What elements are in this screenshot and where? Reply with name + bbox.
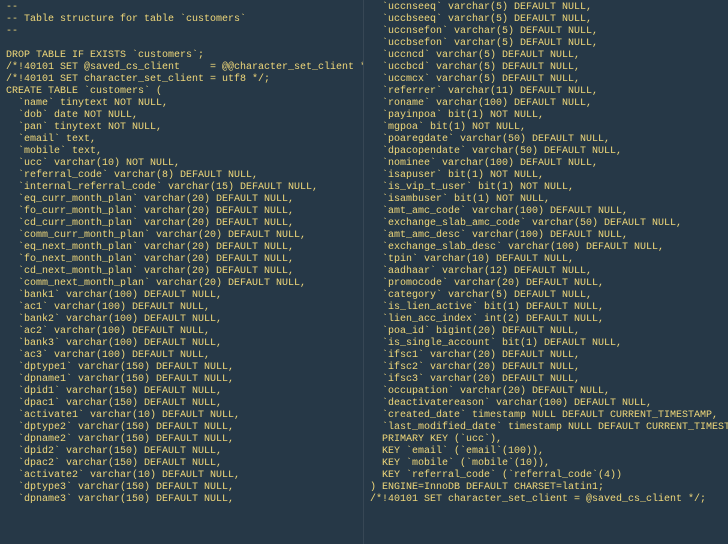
sql-code-left: -- -- Table structure for table `custome… bbox=[6, 2, 364, 505]
sql-code-right: `uccnseeq` varchar(5) DEFAULT NULL, `ucc… bbox=[370, 2, 728, 505]
sql-editor-right-column[interactable]: `uccnseeq` varchar(5) DEFAULT NULL, `ucc… bbox=[364, 0, 728, 544]
sql-editor-left-column[interactable]: -- -- Table structure for table `custome… bbox=[0, 0, 364, 544]
